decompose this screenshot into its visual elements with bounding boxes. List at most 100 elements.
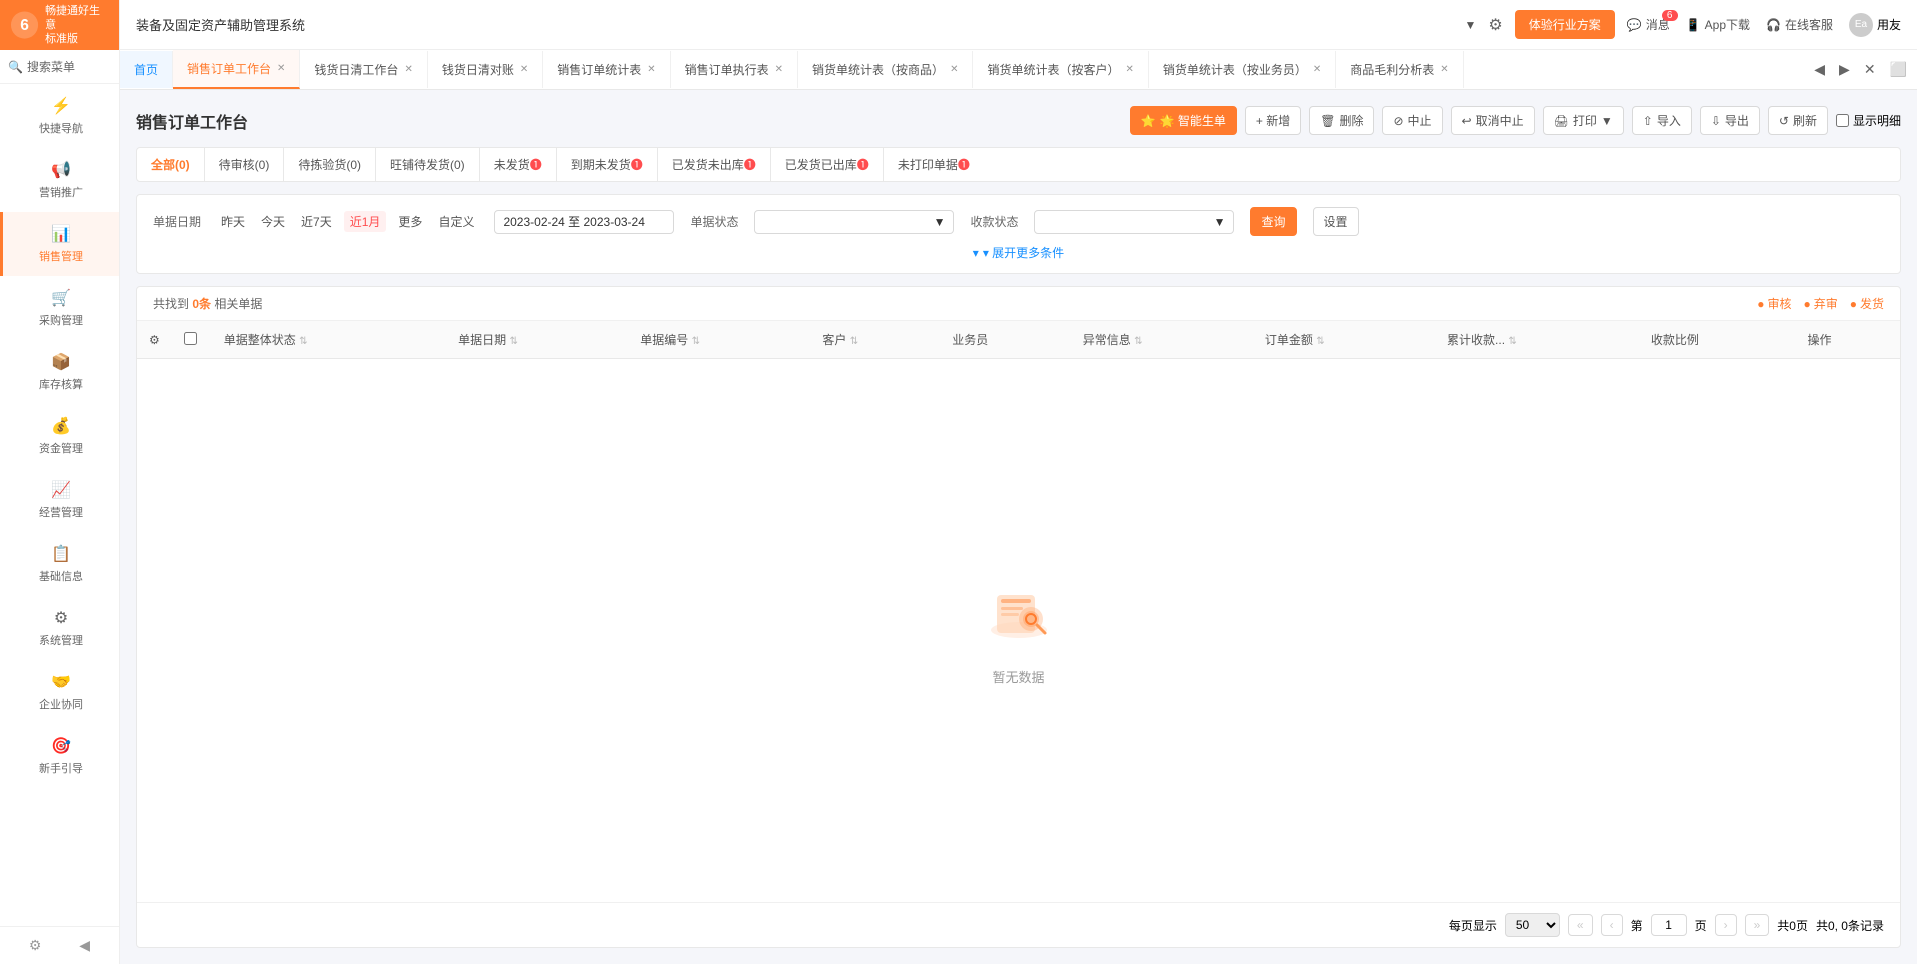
sidebar-nav-item-basic-info[interactable]: 📋 基础信息 bbox=[0, 532, 119, 596]
tab-sales-stats-staff[interactable]: 销货单统计表（按业务员） ✕ bbox=[1149, 51, 1336, 88]
close-icon[interactable]: ✕ bbox=[647, 64, 655, 75]
sub-tab-pending-inspect[interactable]: 待拣验货(0) bbox=[284, 148, 376, 181]
tabs-close-icon[interactable]: ✕ bbox=[1858, 57, 1882, 82]
sidebar-nav-item-marketing[interactable]: 📢 营销推广 bbox=[0, 148, 119, 212]
sub-tab-wangpu[interactable]: 旺铺待发货(0) bbox=[376, 148, 480, 181]
close-icon[interactable]: ✕ bbox=[950, 64, 958, 75]
sub-tab-not-delivered[interactable]: 未发货❶ bbox=[480, 148, 557, 181]
sort-icon[interactable]: ⇅ bbox=[299, 336, 307, 347]
settings-icon[interactable]: ⚙ bbox=[29, 937, 42, 954]
next-page-btn[interactable]: › bbox=[1715, 914, 1737, 936]
deliver-link[interactable]: ● 发货 bbox=[1850, 295, 1884, 312]
first-page-btn[interactable]: « bbox=[1568, 914, 1593, 936]
sidebar-nav-item-purchase[interactable]: 🛒 采购管理 bbox=[0, 276, 119, 340]
detail-checkbox[interactable] bbox=[1836, 114, 1849, 127]
page-actions: ⭐ 🌟 智能生单 + 新增 🗑 删除 ⊘ 中止 ↩ 取消中止 bbox=[1130, 106, 1901, 135]
sub-tab-not-printed[interactable]: 未打印单据❶ bbox=[884, 148, 984, 181]
close-icon[interactable]: ✕ bbox=[1125, 64, 1133, 75]
collect-select[interactable]: ▼ bbox=[1034, 210, 1234, 234]
date-1month[interactable]: 近1月 bbox=[344, 211, 387, 232]
sidebar-nav-item-inventory[interactable]: 📦 库存核算 bbox=[0, 340, 119, 404]
date-range-input[interactable] bbox=[494, 210, 674, 234]
last-page-btn[interactable]: » bbox=[1745, 914, 1770, 936]
sub-tab-expired[interactable]: 到期未发货❶ bbox=[557, 148, 658, 181]
tab-sales-exec[interactable]: 销售订单执行表 ✕ bbox=[671, 51, 798, 88]
print-btn[interactable]: 🖨 打印 ▼ bbox=[1543, 106, 1624, 135]
online-service[interactable]: 🎧 在线客服 bbox=[1766, 16, 1833, 33]
sidebar-search[interactable]: 🔍 搜索菜单 bbox=[0, 50, 119, 84]
headset-icon: 🎧 bbox=[1766, 18, 1781, 32]
stop-btn[interactable]: ⊘ 中止 bbox=[1382, 106, 1442, 135]
sub-tab-all[interactable]: 全部(0) bbox=[137, 148, 205, 181]
system-dropdown[interactable]: ▼ bbox=[1464, 18, 1476, 32]
sort-icon[interactable]: ⇅ bbox=[1316, 336, 1324, 347]
sidebar-nav-item-quick-nav[interactable]: ⚡ 快捷导航 bbox=[0, 84, 119, 148]
date-more[interactable]: 更多 bbox=[394, 211, 426, 232]
review-link[interactable]: ● 审核 bbox=[1757, 295, 1791, 312]
settings-btn[interactable]: 设置 bbox=[1313, 207, 1359, 236]
tab-cash-daily[interactable]: 钱货日清工作台 ✕ bbox=[300, 51, 427, 88]
sub-tab-delivered-not-in[interactable]: 已发货未出库❶ bbox=[658, 148, 771, 181]
cancel-review-link[interactable]: ● 弃审 bbox=[1803, 295, 1837, 312]
user-menu[interactable]: Ea 用友 bbox=[1849, 13, 1901, 37]
sidebar-nav-item-enterprise[interactable]: 🤝 企业协同 bbox=[0, 660, 119, 724]
sort-icon[interactable]: ⇅ bbox=[692, 336, 700, 347]
close-icon[interactable]: ✕ bbox=[775, 64, 783, 75]
tabs-maximize-icon[interactable]: ⬜ bbox=[1884, 57, 1913, 82]
col-checkbox[interactable] bbox=[172, 321, 212, 359]
refresh-btn[interactable]: ↺ 刷新 bbox=[1768, 106, 1828, 135]
industry-btn[interactable]: 体验行业方案 bbox=[1515, 10, 1615, 39]
sub-tab-pending-review[interactable]: 待审核(0) bbox=[205, 148, 285, 181]
topbar-settings-icon[interactable]: ⚙ bbox=[1488, 15, 1502, 35]
select-all-checkbox[interactable] bbox=[184, 332, 197, 345]
tabs-scroll-right[interactable]: ▶ bbox=[1833, 57, 1856, 82]
date-custom[interactable]: 自定义 bbox=[434, 211, 478, 232]
date-7days[interactable]: 近7天 bbox=[297, 211, 336, 232]
close-icon[interactable]: ✕ bbox=[1313, 64, 1321, 75]
tab-sales-stats-product[interactable]: 销货单统计表（按商品） ✕ bbox=[798, 51, 973, 88]
page-input[interactable] bbox=[1651, 914, 1687, 936]
sort-icon[interactable]: ⇅ bbox=[850, 336, 858, 347]
col-settings[interactable]: ⚙ bbox=[137, 321, 172, 359]
import-btn[interactable]: ⇧ 导入 bbox=[1632, 106, 1692, 135]
smart-create-btn[interactable]: ⭐ 🌟 智能生单 bbox=[1130, 106, 1237, 135]
close-icon[interactable]: ✕ bbox=[520, 64, 528, 75]
sub-tab-delivered-out[interactable]: 已发货已出库❶ bbox=[771, 148, 884, 181]
query-btn[interactable]: 查询 bbox=[1250, 207, 1296, 236]
system-icon: ⚙ bbox=[54, 608, 68, 628]
filter-expand-btn[interactable]: ▾ ▾ 展开更多条件 bbox=[153, 244, 1884, 261]
app-download[interactable]: 📱 App下载 bbox=[1686, 16, 1750, 33]
status-select[interactable]: ▼ bbox=[754, 210, 954, 234]
sidebar-nav-item-system[interactable]: ⚙ 系统管理 bbox=[0, 596, 119, 660]
detail-checkbox-label[interactable]: 显示明细 bbox=[1836, 112, 1901, 129]
close-icon[interactable]: ✕ bbox=[404, 64, 412, 75]
collapse-icon[interactable]: ◀ bbox=[79, 937, 90, 954]
sidebar-nav-item-finance[interactable]: 💰 资金管理 bbox=[0, 404, 119, 468]
tab-product-margin[interactable]: 商品毛利分析表 ✕ bbox=[1336, 51, 1463, 88]
sidebar-nav-item-sales[interactable]: 📊 销售管理 bbox=[0, 212, 119, 276]
tab-sales-stats-customer[interactable]: 销货单统计表（按客户） ✕ bbox=[973, 51, 1148, 88]
sort-icon[interactable]: ⇅ bbox=[509, 336, 517, 347]
tab-sales-stats[interactable]: 销售订单统计表 ✕ bbox=[543, 51, 670, 88]
prev-page-btn[interactable]: ‹ bbox=[1601, 914, 1623, 936]
page-size-select[interactable]: 50 100 200 bbox=[1505, 913, 1560, 937]
tabs-scroll-left[interactable]: ◀ bbox=[1808, 57, 1831, 82]
add-btn[interactable]: + 新增 bbox=[1245, 106, 1301, 135]
export-btn[interactable]: ⇩ 导出 bbox=[1700, 106, 1760, 135]
date-today[interactable]: 今天 bbox=[257, 211, 289, 232]
sidebar-nav-item-guide[interactable]: 🎯 新手引导 bbox=[0, 724, 119, 788]
date-yesterday[interactable]: 昨天 bbox=[217, 211, 249, 232]
delete-btn[interactable]: 🗑 删除 bbox=[1309, 106, 1374, 135]
tab-home[interactable]: 首页 bbox=[120, 51, 173, 88]
mobile-icon: 📱 bbox=[1686, 18, 1701, 32]
sidebar-nav-item-operations[interactable]: 📈 经营管理 bbox=[0, 468, 119, 532]
sort-icon[interactable]: ⇅ bbox=[1134, 336, 1142, 347]
sort-icon[interactable]: ⇅ bbox=[1508, 336, 1516, 347]
cancel-stop-btn[interactable]: ↩ 取消中止 bbox=[1451, 106, 1535, 135]
message-badge[interactable]: 💬 6 消息 bbox=[1627, 16, 1670, 33]
tab-cash-reconcile[interactable]: 钱货日清对账 ✕ bbox=[428, 51, 543, 88]
close-icon[interactable]: ✕ bbox=[277, 63, 285, 74]
close-icon[interactable]: ✕ bbox=[1440, 64, 1448, 75]
tab-sales-workbench[interactable]: 销售订单工作台 ✕ bbox=[173, 50, 300, 89]
date-options: 昨天 今天 近7天 近1月 更多 自定义 bbox=[217, 211, 478, 232]
